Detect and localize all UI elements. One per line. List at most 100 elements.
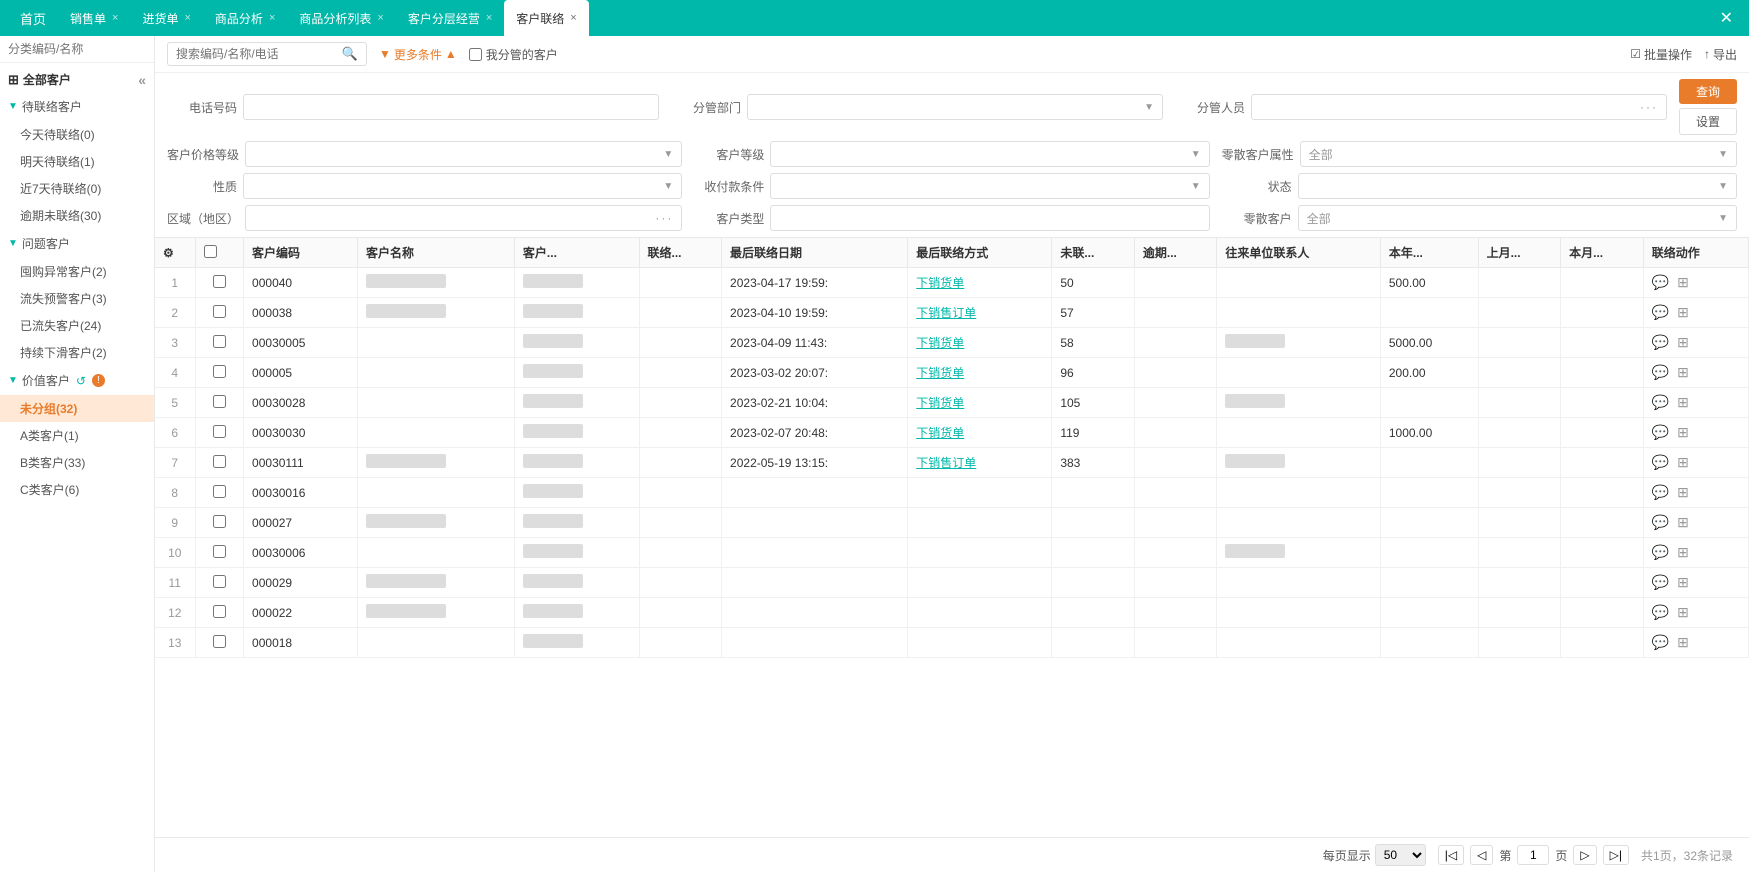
col-not-contacted[interactable]: 未联... [1052, 238, 1135, 268]
row-checkbox-cell[interactable] [195, 358, 244, 388]
all-customers-header[interactable]: ⊞ 全部客户 « [0, 63, 154, 92]
row-checkbox[interactable] [213, 275, 226, 288]
col-name[interactable]: 客户名称 [357, 238, 514, 268]
close-icon[interactable]: × [570, 12, 576, 24]
ellipsis-icon[interactable]: ··· [655, 211, 673, 225]
per-page-select[interactable]: 50 20 100 [1375, 844, 1426, 866]
sidebar-item-declining[interactable]: 持续下滑客户(2) [0, 339, 154, 366]
manager-select[interactable]: ··· [1251, 94, 1667, 120]
my-customers-check[interactable] [469, 48, 482, 61]
grid-action-icon[interactable]: ⊞ [1677, 454, 1689, 471]
select-all-checkbox[interactable] [204, 245, 217, 258]
page-size-selector[interactable]: 每页显示 50 20 100 [1323, 844, 1426, 866]
sidebar-item-class-a[interactable]: A类客户(1) [0, 422, 154, 449]
grid-action-icon[interactable]: ⊞ [1677, 334, 1689, 351]
row-checkbox-cell[interactable] [195, 268, 244, 298]
sidebar-group-pending[interactable]: ▼ 待联络客户 [0, 92, 154, 121]
tab-customer-tier[interactable]: 客户分层经营 × [396, 0, 504, 36]
window-close-button[interactable]: ✕ [1712, 8, 1741, 28]
message-icon[interactable]: 💬 [1652, 574, 1669, 591]
grid-action-icon[interactable]: ⊞ [1677, 574, 1689, 591]
message-icon[interactable]: 💬 [1652, 424, 1669, 441]
sidebar-search-bar[interactable]: 🔍 [0, 36, 154, 63]
row-checkbox-cell[interactable] [195, 508, 244, 538]
prev-page-button[interactable]: ◁ [1470, 845, 1493, 865]
gender-select[interactable]: ▼ [243, 173, 682, 199]
dept-select[interactable]: ▼ [747, 94, 1163, 120]
col-overdue[interactable]: 逾期... [1134, 238, 1217, 268]
filter-search-box[interactable]: 🔍 [167, 42, 367, 66]
grid-action-icon[interactable]: ⊞ [1677, 514, 1689, 531]
row-checkbox[interactable] [213, 545, 226, 558]
message-icon[interactable]: 💬 [1652, 364, 1669, 381]
col-this-month[interactable]: 本月... [1561, 238, 1644, 268]
filter-search-input[interactable] [176, 47, 342, 61]
row-checkbox-cell[interactable] [195, 448, 244, 478]
row-checkbox-cell[interactable] [195, 598, 244, 628]
page-number-input[interactable] [1517, 845, 1549, 865]
status-select[interactable]: ▼ [1298, 173, 1737, 199]
collapse-icon[interactable]: « [138, 72, 146, 88]
message-icon[interactable]: 💬 [1652, 334, 1669, 351]
phone-input[interactable] [243, 94, 659, 120]
row-checkbox[interactable] [213, 575, 226, 588]
row-checkbox[interactable] [213, 485, 226, 498]
close-icon[interactable]: × [486, 12, 492, 24]
row-checkbox-cell[interactable] [195, 328, 244, 358]
grid-action-icon[interactable]: ⊞ [1677, 364, 1689, 381]
sidebar-item-class-b[interactable]: B类客户(33) [0, 449, 154, 476]
grid-action-icon[interactable]: ⊞ [1677, 304, 1689, 321]
customer-type-select[interactable] [770, 205, 1209, 231]
filter-search-icon[interactable]: 🔍 [342, 46, 358, 62]
row-checkbox[interactable] [213, 305, 226, 318]
col-settings[interactable]: ⚙ [155, 238, 195, 268]
batch-ops-button[interactable]: ☑ 批量操作 [1630, 46, 1692, 63]
nav-home[interactable]: 首页 [8, 9, 58, 28]
next-page-button[interactable]: ▷ [1573, 845, 1596, 865]
my-customers-checkbox[interactable]: 我分管的客户 [469, 46, 558, 63]
message-icon[interactable]: 💬 [1652, 394, 1669, 411]
first-page-button[interactable]: |◁ [1438, 845, 1464, 865]
sidebar-item-hoarding-anomaly[interactable]: 囤购异常客户(2) [0, 258, 154, 285]
sidebar-item-overdue[interactable]: 逾期未联络(30) [0, 202, 154, 229]
row-checkbox-cell[interactable] [195, 418, 244, 448]
close-icon[interactable]: × [269, 12, 275, 24]
row-checkbox-cell[interactable] [195, 568, 244, 598]
tab-product-analysis-list[interactable]: 商品分析列表 × [287, 0, 395, 36]
message-icon[interactable]: 💬 [1652, 634, 1669, 651]
grid-action-icon[interactable]: ⊞ [1677, 394, 1689, 411]
close-icon[interactable]: × [112, 12, 118, 24]
close-icon[interactable]: × [377, 12, 383, 24]
row-checkbox-cell[interactable] [195, 628, 244, 658]
last-page-button[interactable]: ▷| [1603, 845, 1629, 865]
sidebar-item-churned[interactable]: 已流失客户(24) [0, 312, 154, 339]
row-checkbox-cell[interactable] [195, 388, 244, 418]
tab-customer-contact[interactable]: 客户联络 × [504, 0, 588, 36]
col-last-date[interactable]: 最后联络日期 [722, 238, 908, 268]
row-checkbox[interactable] [213, 395, 226, 408]
sidebar-item-today-pending[interactable]: 今天待联络(0) [0, 121, 154, 148]
col-last-month[interactable]: 上月... [1478, 238, 1561, 268]
sidebar-group-problem[interactable]: ▼ 问题客户 [0, 229, 154, 258]
row-checkbox[interactable] [213, 515, 226, 528]
grid-action-icon[interactable]: ⊞ [1677, 274, 1689, 291]
grid-action-icon[interactable]: ⊞ [1677, 424, 1689, 441]
row-checkbox-cell[interactable] [195, 538, 244, 568]
col-contact-person[interactable]: 往来单位联系人 [1217, 238, 1380, 268]
export-button[interactable]: ↑ 导出 [1704, 46, 1737, 63]
sidebar-item-churn-warning[interactable]: 流失预警客户(3) [0, 285, 154, 312]
sidebar-item-tomorrow-pending[interactable]: 明天待联络(1) [0, 148, 154, 175]
message-icon[interactable]: 💬 [1652, 304, 1669, 321]
region-select[interactable]: ··· [245, 205, 682, 231]
more-conditions-button[interactable]: ▼ 更多条件 ▲ [379, 46, 457, 63]
grid-action-icon[interactable]: ⊞ [1677, 604, 1689, 621]
close-icon[interactable]: × [184, 12, 190, 24]
sidebar-group-value[interactable]: ▼ 价值客户 ↺ ! [0, 366, 154, 395]
grid-action-icon[interactable]: ⊞ [1677, 544, 1689, 561]
row-checkbox[interactable] [213, 455, 226, 468]
row-checkbox[interactable] [213, 605, 226, 618]
message-icon[interactable]: 💬 [1652, 274, 1669, 291]
tab-sales-order[interactable]: 销售单 × [58, 0, 130, 36]
col-this-year[interactable]: 本年... [1380, 238, 1478, 268]
ellipsis-icon[interactable]: ··· [1640, 100, 1658, 114]
